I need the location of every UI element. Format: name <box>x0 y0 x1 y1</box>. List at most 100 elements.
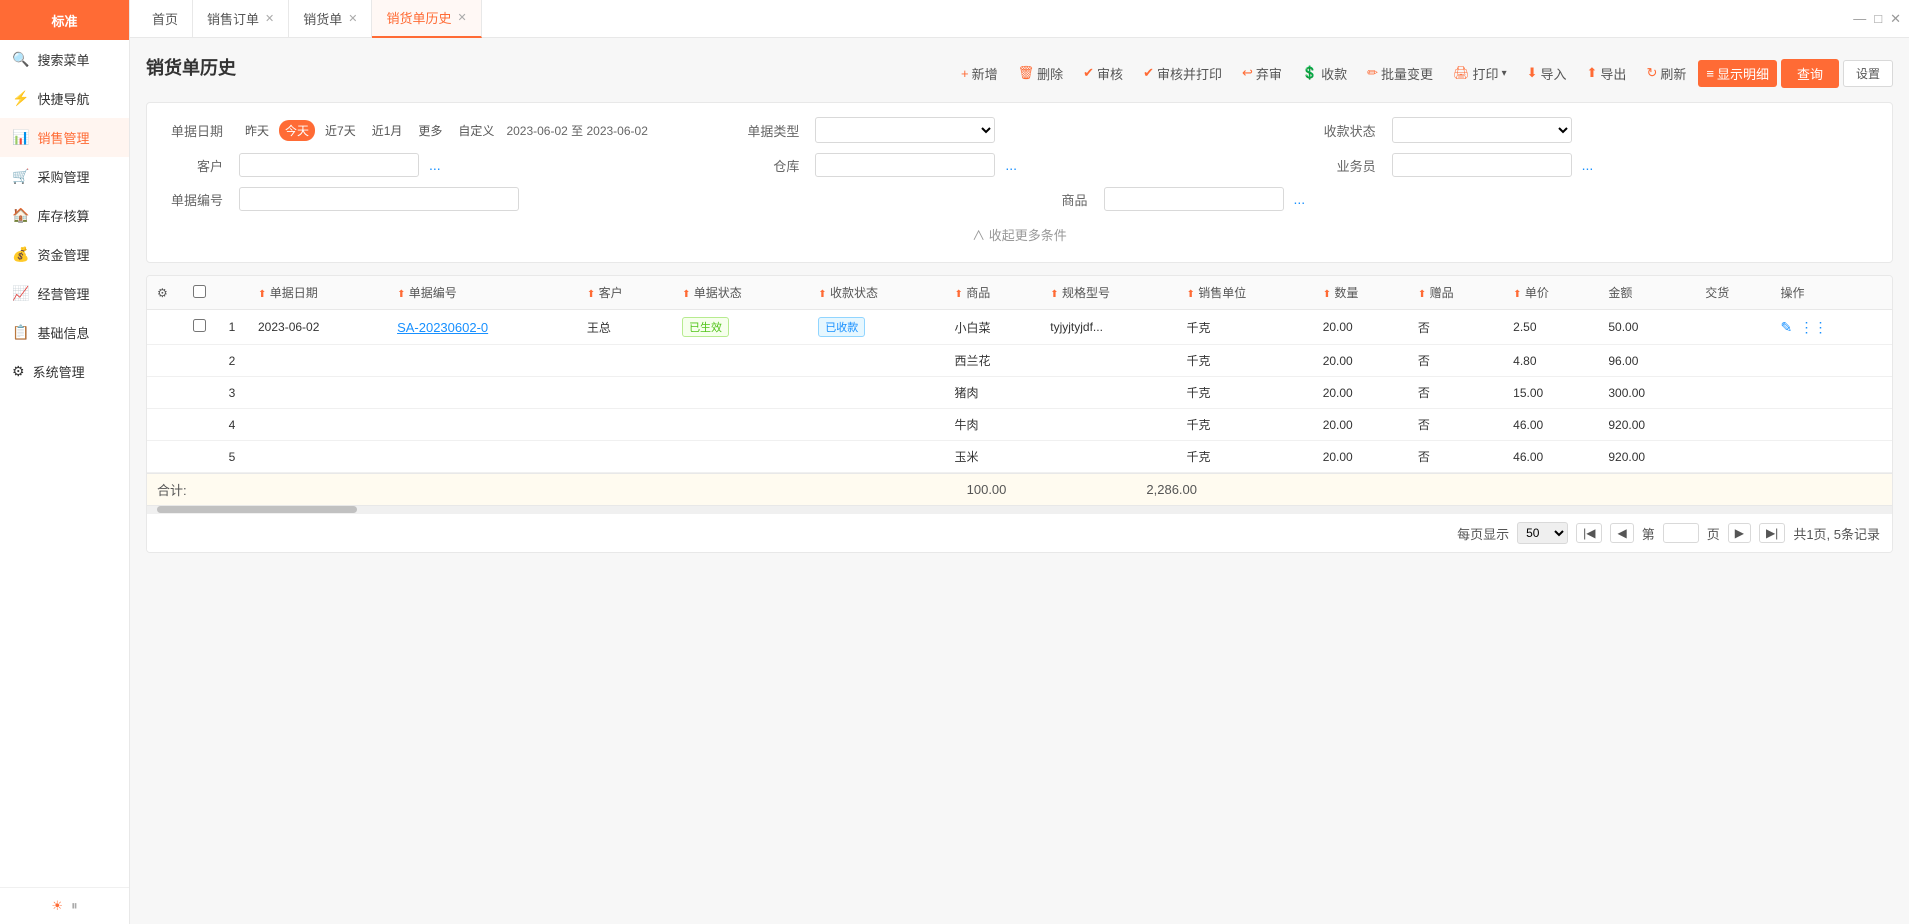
customer-ellipsis[interactable]: ... <box>425 155 445 175</box>
th-payment-status[interactable]: ⬆ 收款状态 <box>808 276 944 310</box>
print-label: 打印 <box>1473 64 1499 83</box>
td-operation[interactable] <box>1770 377 1892 409</box>
th-doc-status[interactable]: ⬆ 单据状态 <box>672 276 808 310</box>
sidebar-item-quick-nav[interactable]: ⚡ 快捷导航 <box>0 79 129 118</box>
th-customer[interactable]: ⬆ 客户 <box>577 276 672 310</box>
th-qty[interactable]: ⬆ 数量 <box>1313 276 1408 310</box>
customer-control: ... <box>239 153 723 177</box>
td-doc-num[interactable] <box>387 441 577 473</box>
sidebar-item-basic-info[interactable]: 📋 基础信息 <box>0 313 129 352</box>
th-date[interactable]: ⬆ 单据日期 <box>248 276 387 310</box>
th-check[interactable] <box>183 276 216 310</box>
customer-input[interactable] <box>239 153 419 177</box>
tab-home[interactable]: 首页 <box>138 0 193 38</box>
collapse-btn[interactable]: ∧ 收起更多条件 <box>163 221 1876 248</box>
th-settings[interactable]: ⚙ <box>147 276 183 310</box>
warehouse-input[interactable] <box>815 153 995 177</box>
sidebar-bottom-icon2[interactable]: ⏸ <box>71 898 78 914</box>
doc-num-link[interactable]: SA-20230602-0 <box>397 320 488 335</box>
edit-op-btn[interactable]: ✎ <box>1780 319 1792 335</box>
date-label: 单据日期 <box>163 121 223 140</box>
goods-ellipsis[interactable]: ... <box>1290 189 1310 209</box>
sidebar-item-search-menu[interactable]: 🔍 搜索菜单 <box>0 40 129 79</box>
th-goods[interactable]: ⬆ 商品 <box>945 276 1041 310</box>
scroll-bar[interactable] <box>147 505 1892 513</box>
tab-sales-order[interactable]: 销售订单 ✕ <box>193 0 289 38</box>
scroll-thumb[interactable] <box>157 506 357 513</box>
page-num-input[interactable]: 1 <box>1663 523 1699 543</box>
date-option-custom[interactable]: 自定义 <box>452 120 500 141</box>
warehouse-ellipsis[interactable]: ... <box>1001 155 1021 175</box>
sidebar-item-inventory[interactable]: 🏠 库存核算 <box>0 196 129 235</box>
per-page-select[interactable]: 50 100 <box>1517 522 1568 544</box>
td-operation[interactable] <box>1770 345 1892 377</box>
review-print-button[interactable]: ✔ 审核并打印 <box>1135 60 1230 87</box>
date-option-more[interactable]: 更多 <box>412 120 448 141</box>
date-option-7days[interactable]: 近7天 <box>319 120 362 141</box>
td-doc-num[interactable]: SA-20230602-0 <box>387 310 577 345</box>
sidebar-item-finance[interactable]: 💰 资金管理 <box>0 235 129 274</box>
th-doc-num[interactable]: ⬆ 单据编号 <box>387 276 577 310</box>
td-operation[interactable] <box>1770 409 1892 441</box>
tab-bar-maximize[interactable]: □ <box>1874 11 1882 26</box>
refresh-button[interactable]: ↻ 刷新 <box>1638 60 1694 87</box>
abandon-button[interactable]: ↩ 弃审 <box>1234 60 1290 87</box>
date-option-today[interactable]: 今天 <box>279 120 315 141</box>
query-button[interactable]: 查询 <box>1781 59 1839 88</box>
tab-bar-close[interactable]: ✕ <box>1890 11 1901 27</box>
td-check[interactable] <box>183 409 216 441</box>
salesperson-input[interactable] <box>1392 153 1572 177</box>
tab-sales-shipment[interactable]: 销货单 ✕ <box>289 0 372 38</box>
review-button[interactable]: ✔ 审核 <box>1075 60 1131 87</box>
tab-sales-order-close[interactable]: ✕ <box>265 12 274 25</box>
batch-change-button[interactable]: ✏ 批量变更 <box>1359 60 1441 87</box>
td-operation[interactable] <box>1770 441 1892 473</box>
goods-input[interactable] <box>1104 187 1284 211</box>
th-unit[interactable]: ⬆ 销售单位 <box>1176 276 1312 310</box>
td-date <box>248 377 387 409</box>
export-button[interactable]: ⬆ 导出 <box>1579 60 1635 87</box>
sidebar-item-operations[interactable]: 📈 经营管理 <box>0 274 129 313</box>
td-check[interactable] <box>183 310 216 345</box>
row-checkbox[interactable] <box>193 319 206 332</box>
doc-num-input[interactable] <box>239 187 519 211</box>
sidebar-bottom-icon1[interactable]: ☀ <box>51 898 63 914</box>
prev-page-btn[interactable]: ◀ <box>1610 523 1633 543</box>
select-all-checkbox[interactable] <box>193 285 206 298</box>
tab-sales-history-close[interactable]: ✕ <box>458 11 467 24</box>
settings-button[interactable]: 设置 <box>1843 60 1893 87</box>
import-button[interactable]: ⬇ 导入 <box>1519 60 1575 87</box>
sidebar-item-purchase-mgmt[interactable]: 🛒 采购管理 <box>0 157 129 196</box>
doc-type-select[interactable] <box>815 117 995 143</box>
tab-sales-history[interactable]: 销货单历史 ✕ <box>372 0 481 38</box>
sidebar-item-sys-mgmt[interactable]: ⚙ 系统管理 <box>0 352 129 391</box>
show-detail-button[interactable]: ≡ 显示明细 <box>1698 60 1777 87</box>
th-unit-price[interactable]: ⬆ 单价 <box>1503 276 1598 310</box>
tab-sales-shipment-close[interactable]: ✕ <box>348 12 357 25</box>
date-option-yesterday[interactable]: 昨天 <box>239 120 275 141</box>
td-check[interactable] <box>183 441 216 473</box>
td-check[interactable] <box>183 345 216 377</box>
th-gift[interactable]: ⬆ 赠品 <box>1408 276 1503 310</box>
td-doc-num[interactable] <box>387 345 577 377</box>
td-check[interactable] <box>183 377 216 409</box>
td-unit: 千克 <box>1176 345 1312 377</box>
td-operation[interactable]: ✎ ⋮⋮ <box>1770 310 1892 345</box>
add-button[interactable]: + 新增 <box>953 60 1006 87</box>
payment-status-select[interactable] <box>1392 117 1572 143</box>
sidebar-item-sales-mgmt[interactable]: 📊 销售管理 <box>0 118 129 157</box>
th-spec[interactable]: ⬆ 规格型号 <box>1040 276 1176 310</box>
first-page-btn[interactable]: |◀ <box>1576 523 1602 543</box>
salesperson-ellipsis[interactable]: ... <box>1578 155 1598 175</box>
print-button[interactable]: 🖨 打印 ▾ <box>1445 60 1515 87</box>
more-op-btn[interactable]: ⋮⋮ <box>1800 319 1828 335</box>
collect-button[interactable]: 💲 收款 <box>1294 60 1355 87</box>
last-page-btn[interactable]: ▶| <box>1759 523 1785 543</box>
td-doc-num[interactable] <box>387 409 577 441</box>
date-option-1month[interactable]: 近1月 <box>366 120 409 141</box>
show-detail-icon: ≡ <box>1706 66 1714 81</box>
tab-bar-minimize[interactable]: — <box>1853 11 1866 26</box>
td-doc-num[interactable] <box>387 377 577 409</box>
next-page-btn[interactable]: ▶ <box>1728 523 1751 543</box>
delete-button[interactable]: 🗑 删除 <box>1010 60 1072 87</box>
